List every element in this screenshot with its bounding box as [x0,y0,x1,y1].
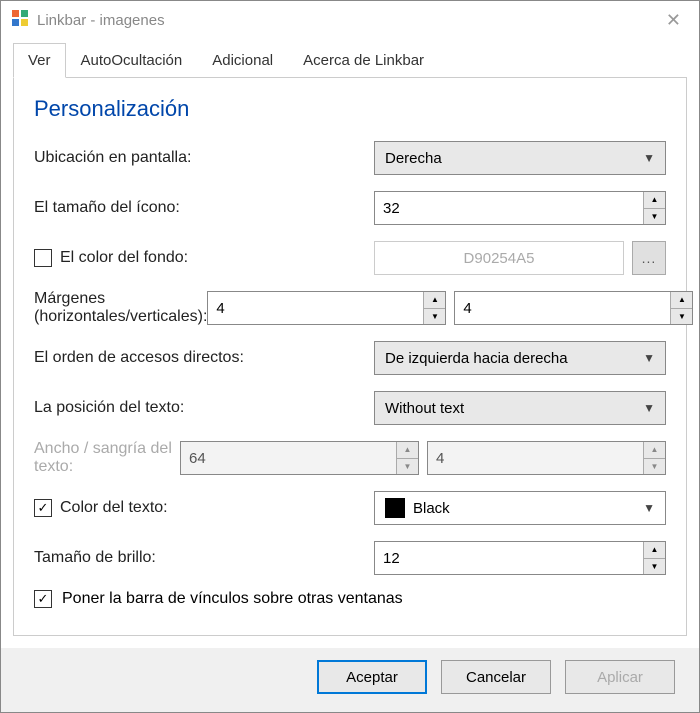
tab-panel: Personalización Ubicación en pantalla: D… [13,77,687,636]
spin-up-icon[interactable]: ▲ [424,292,445,309]
combo-shortcut-order[interactable]: De izquierda hacia derecha ▼ [374,341,666,375]
input-text-indent [428,442,643,474]
tab-adicional[interactable]: Adicional [197,43,288,78]
combo-text-color[interactable]: Black ▼ [374,491,666,525]
spin-down-icon: ▼ [397,459,418,475]
combo-order-value: De izquierda hacia derecha [385,350,568,367]
spin-up-icon[interactable]: ▲ [644,542,665,559]
tab-acerca[interactable]: Acerca de Linkbar [288,43,439,78]
dialog-footer: Aceptar Cancelar Aplicar [1,648,699,712]
chevron-down-icon: ▼ [643,501,655,515]
ok-button[interactable]: Aceptar [317,660,427,694]
spin-down-icon[interactable]: ▼ [644,209,665,225]
color-swatch-icon [385,498,405,518]
tab-strip: Ver AutoOcultación Adicional Acerca de L… [1,43,699,78]
settings-window: Linkbar - imagenes ✕ Ver AutoOcultación … [0,0,700,713]
browse-color-button[interactable]: ... [632,241,666,275]
input-margin-h[interactable] [208,292,423,324]
input-glow-size[interactable] [375,542,643,574]
combo-textpos-value: Without text [385,400,464,417]
input-bg-color[interactable] [374,241,624,275]
cancel-button[interactable]: Cancelar [441,660,551,694]
apply-button[interactable]: Aplicar [565,660,675,694]
label-text-position: La posición del texto: [34,399,374,417]
titlebar: Linkbar - imagenes ✕ [1,1,699,39]
spin-up-icon: ▲ [644,442,665,459]
spinner-text-indent: ▲▼ [427,441,666,475]
spin-up-icon[interactable]: ▲ [644,192,665,209]
tab-ver[interactable]: Ver [13,43,66,78]
input-icon-size[interactable] [375,192,643,224]
spinner-margin-h[interactable]: ▲▼ [207,291,446,325]
spin-down-icon[interactable]: ▼ [424,309,445,325]
combo-screen-position[interactable]: Derecha ▼ [374,141,666,175]
spinner-margin-v[interactable]: ▲▼ [454,291,693,325]
combo-text-color-value: Black [413,500,450,517]
spinner-text-width: ▲▼ [180,441,419,475]
input-margin-v[interactable] [455,292,670,324]
spinner-glow-size[interactable]: ▲▼ [374,541,666,575]
spin-up-icon: ▲ [397,442,418,459]
combo-screen-position-value: Derecha [385,150,442,167]
window-title: Linkbar - imagenes [37,12,165,29]
checkbox-topmost[interactable]: ✓ [34,590,52,608]
tab-autoocultacion[interactable]: AutoOcultación [66,43,198,78]
label-bg-color: El color del fondo: [34,249,374,267]
label-text-color: ✓ Color del texto: [34,499,374,517]
label-glow-size: Tamaño de brillo: [34,549,374,567]
spin-down-icon: ▼ [644,459,665,475]
row-topmost: ✓ Poner la barra de vínculos sobre otras… [34,590,666,608]
label-shortcut-order: El orden de accesos directos: [34,349,374,367]
close-icon[interactable]: ✕ [658,10,689,31]
section-title: Personalización [34,96,666,122]
combo-text-position[interactable]: Without text ▼ [374,391,666,425]
label-text-width: Ancho / sangría del texto: [34,440,180,476]
input-text-width [181,442,396,474]
checkbox-text-color[interactable]: ✓ [34,499,52,517]
spinner-icon-size[interactable]: ▲▼ [374,191,666,225]
spin-down-icon[interactable]: ▼ [644,559,665,575]
chevron-down-icon: ▼ [643,401,655,415]
label-topmost: Poner la barra de vínculos sobre otras v… [62,590,403,608]
label-icon-size: El tamaño del ícono: [34,199,374,217]
app-icon [11,9,29,31]
chevron-down-icon: ▼ [643,351,655,365]
label-screen-position: Ubicación en pantalla: [34,149,374,167]
chevron-down-icon: ▼ [643,151,655,165]
spin-up-icon[interactable]: ▲ [671,292,692,309]
spin-down-icon[interactable]: ▼ [671,309,692,325]
checkbox-bg-color[interactable] [34,249,52,267]
label-margins: Márgenes (horizontales/verticales): [34,290,207,326]
